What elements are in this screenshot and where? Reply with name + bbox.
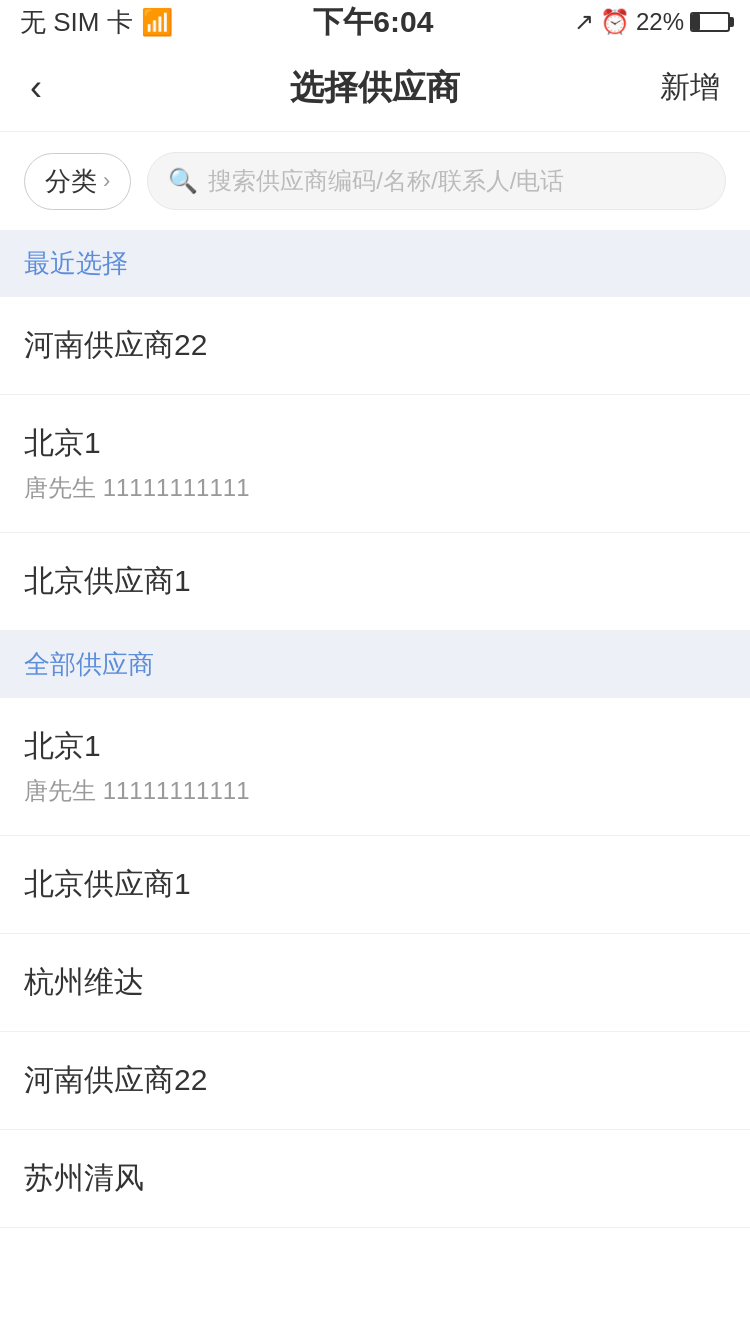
status-time: 下午6:04 [313,2,433,43]
location-icon: ↗ [574,8,594,36]
item-name: 北京1 [24,726,726,767]
item-sub: 唐先生 11111111111 [24,775,726,807]
category-button[interactable]: 分类 › [24,153,131,210]
list-item[interactable]: 河南供应商22 [0,297,750,395]
no-sim-label: 无 SIM 卡 [20,5,133,40]
item-name: 北京供应商1 [24,561,726,602]
search-box[interactable]: 🔍 搜索供应商编码/名称/联系人/电话 [147,152,726,210]
add-button[interactable]: 新增 [660,67,720,108]
recent-list: 河南供应商22 北京1 唐先生 11111111111 北京供应商1 [0,297,750,631]
alarm-icon: ⏰ [600,8,630,36]
list-item[interactable]: 北京1 唐先生 11111111111 [0,395,750,533]
battery-icon [690,12,730,32]
list-item[interactable]: 河南供应商22 [0,1032,750,1130]
list-item[interactable]: 北京供应商1 [0,533,750,631]
item-name: 杭州维达 [24,962,726,1003]
list-item[interactable]: 杭州维达 [0,934,750,1032]
item-sub: 唐先生 11111111111 [24,472,726,504]
item-name: 北京1 [24,423,726,464]
search-icon: 🔍 [168,167,198,195]
battery-percent: 22% [636,8,684,36]
filter-row: 分类 › 🔍 搜索供应商编码/名称/联系人/电话 [0,132,750,230]
all-section-header: 全部供应商 [0,631,750,698]
back-button[interactable]: ‹ [30,67,90,109]
item-name: 河南供应商22 [24,325,726,366]
chevron-right-icon: › [103,168,110,194]
status-bar: 无 SIM 卡 📶 下午6:04 ↗ ⏰ 22% [0,0,750,44]
list-item[interactable]: 北京供应商1 [0,836,750,934]
wifi-icon: 📶 [141,7,173,38]
page-title: 选择供应商 [290,65,460,111]
recent-section-header: 最近选择 [0,230,750,297]
list-item[interactable]: 北京1 唐先生 11111111111 [0,698,750,836]
item-name: 河南供应商22 [24,1060,726,1101]
item-name: 苏州清风 [24,1158,726,1199]
item-name: 北京供应商1 [24,864,726,905]
category-label: 分类 [45,164,97,199]
status-left: 无 SIM 卡 📶 [20,5,173,40]
all-list: 北京1 唐先生 11111111111 北京供应商1 杭州维达河南供应商22 苏州清风 [0,698,750,1228]
nav-bar: ‹ 选择供应商 新增 [0,44,750,132]
search-placeholder: 搜索供应商编码/名称/联系人/电话 [208,165,564,197]
status-right: ↗ ⏰ 22% [574,8,730,36]
list-item[interactable]: 苏州清风 [0,1130,750,1228]
